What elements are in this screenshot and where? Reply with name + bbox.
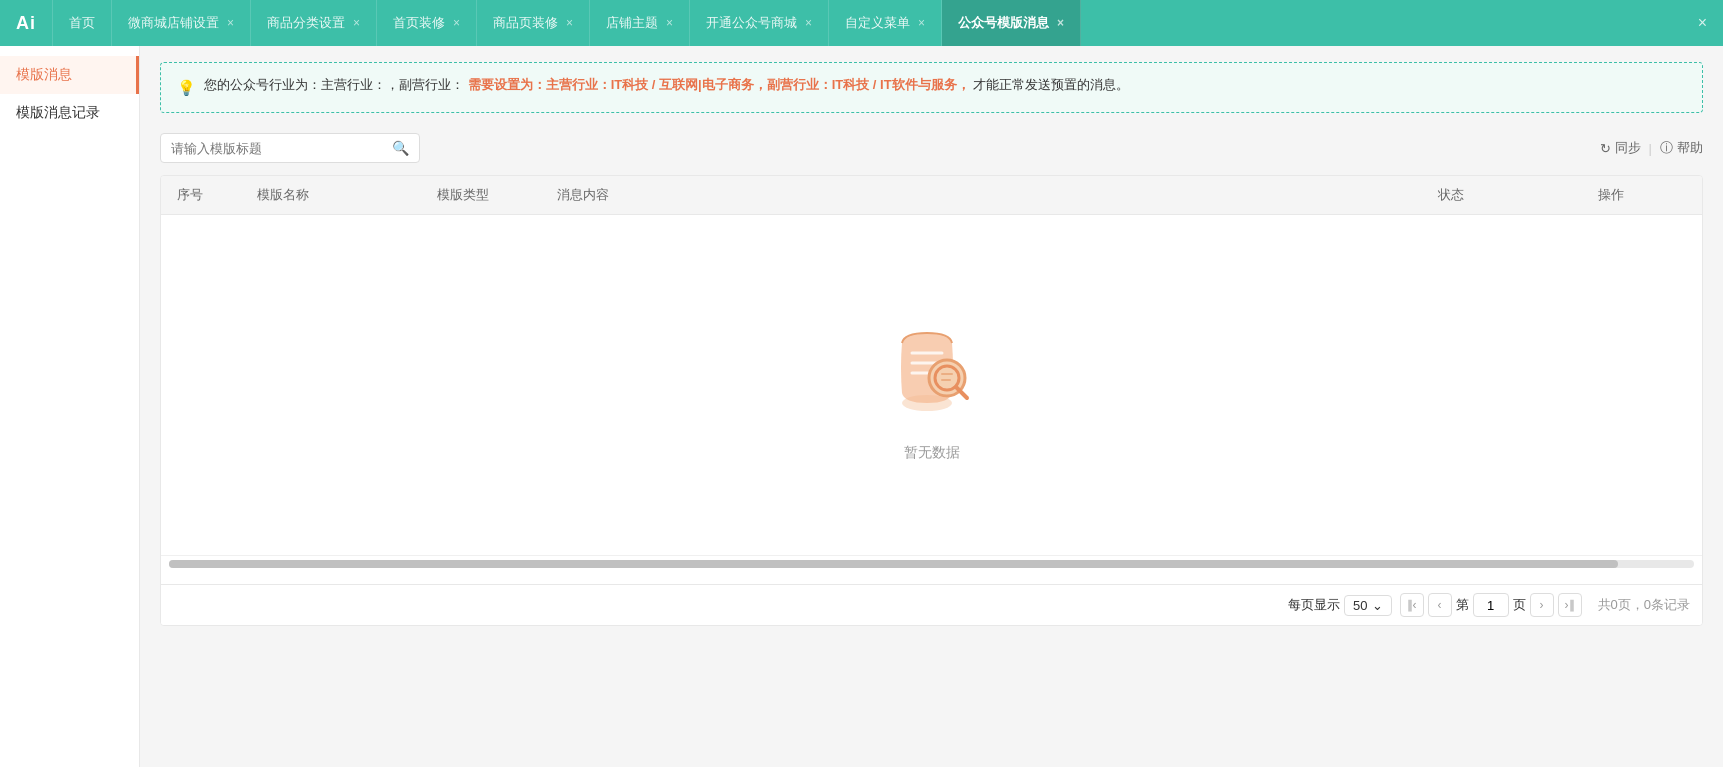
nav-tab-template-msg[interactable]: 公众号模版消息 ×: [942, 0, 1081, 46]
page-size-value: 50: [1353, 598, 1367, 613]
top-nav: Ai 首页 微商城店铺设置 × 商品分类设置 × 首页装修 × 商品页装修 × …: [0, 0, 1723, 46]
main-layout: 模版消息 模版消息记录 💡 您的公众号行业为：主营行业：，副营行业： 需要设置为…: [0, 46, 1723, 767]
table-body: 暂无数据: [161, 215, 1702, 555]
nav-tab-home-label: 首页: [69, 14, 95, 32]
page-size-select: 每页显示 50 ⌄: [1288, 595, 1391, 616]
search-icon[interactable]: 🔍: [392, 140, 409, 156]
sidebar: 模版消息 模版消息记录: [0, 46, 140, 767]
close-template-msg-icon[interactable]: ×: [1057, 16, 1064, 30]
sidebar-item-template-msg[interactable]: 模版消息: [0, 56, 139, 94]
last-page-button[interactable]: ›∥: [1558, 593, 1582, 617]
toolbar-divider: |: [1649, 141, 1652, 156]
bulb-icon: 💡: [177, 76, 196, 100]
nav-tab-wechat-mall-label: 开通公众号商城: [706, 14, 797, 32]
page-input: 第 页: [1456, 593, 1526, 617]
data-table: 序号 模版名称 模版类型 消息内容 状态 操作: [160, 175, 1703, 626]
sidebar-item-template-msg-record-label: 模版消息记录: [16, 104, 100, 120]
col-index: 序号: [161, 186, 241, 204]
empty-illustration: [872, 308, 992, 428]
close-wechat-mall-icon[interactable]: ×: [805, 16, 812, 30]
empty-text: 暂无数据: [904, 444, 960, 462]
close-homepage-icon[interactable]: ×: [453, 16, 460, 30]
sync-label: 同步: [1615, 139, 1641, 157]
nav-tab-theme-label: 店铺主题: [606, 14, 658, 32]
sidebar-item-template-msg-label: 模版消息: [16, 66, 72, 82]
table-header: 序号 模版名称 模版类型 消息内容 状态 操作: [161, 176, 1702, 215]
close-theme-icon[interactable]: ×: [666, 16, 673, 30]
nav-tab-homepage[interactable]: 首页装修 ×: [377, 0, 477, 46]
info-highlight: 需要设置为：主营行业：IT科技 / 互联网|电子商务，副营行业：IT科技 / I…: [468, 77, 970, 92]
search-input-wrap: 🔍: [160, 133, 420, 163]
logo-text: Ai: [16, 13, 36, 34]
pagination: 每页显示 50 ⌄ ∥‹ ‹ 第 页 › ›∥: [161, 584, 1702, 625]
nav-tab-custom-menu[interactable]: 自定义菜单 ×: [829, 0, 942, 46]
col-content: 消息内容: [541, 186, 1422, 204]
search-bar: 🔍 ↻ 同步 | ⓘ 帮助: [160, 133, 1703, 163]
nav-tab-theme[interactable]: 店铺主题 ×: [590, 0, 690, 46]
total-info: 共0页，0条记录: [1598, 596, 1690, 614]
info-banner-text: 您的公众号行业为：主营行业：，副营行业： 需要设置为：主营行业：IT科技 / 互…: [204, 75, 1129, 96]
nav-tab-custom-menu-label: 自定义菜单: [845, 14, 910, 32]
page-size-dropdown[interactable]: 50 ⌄: [1344, 595, 1391, 616]
nav-tab-store-settings[interactable]: 微商城店铺设置 ×: [112, 0, 251, 46]
col-action: 操作: [1582, 186, 1702, 204]
prev-page-button[interactable]: ‹: [1428, 593, 1452, 617]
page-label-prefix: 第: [1456, 596, 1469, 614]
help-label: 帮助: [1677, 139, 1703, 157]
info-suffix: 才能正常发送预置的消息。: [973, 77, 1129, 92]
global-close-button[interactable]: ×: [1682, 14, 1723, 32]
sync-button[interactable]: ↻ 同步: [1600, 139, 1641, 157]
page-size-label: 每页显示: [1288, 596, 1340, 614]
nav-tab-home[interactable]: 首页: [53, 0, 112, 46]
nav-tab-template-msg-label: 公众号模版消息: [958, 14, 1049, 32]
pagination-nav: ∥‹ ‹ 第 页 › ›∥: [1400, 593, 1582, 617]
close-product-page-icon[interactable]: ×: [566, 16, 573, 30]
nav-tab-store-settings-label: 微商城店铺设置: [128, 14, 219, 32]
close-store-settings-icon[interactable]: ×: [227, 16, 234, 30]
search-input[interactable]: [171, 141, 388, 156]
nav-tab-category[interactable]: 商品分类设置 ×: [251, 0, 377, 46]
nav-tab-homepage-label: 首页装修: [393, 14, 445, 32]
page-number-input[interactable]: [1473, 593, 1509, 617]
sync-icon: ↻: [1600, 141, 1611, 156]
nav-tab-product-page[interactable]: 商品页装修 ×: [477, 0, 590, 46]
close-category-icon[interactable]: ×: [353, 16, 360, 30]
toolbar-right: ↻ 同步 | ⓘ 帮助: [1600, 139, 1703, 157]
logo-tab: Ai: [0, 0, 53, 46]
horizontal-scrollbar[interactable]: [169, 560, 1694, 568]
page-label-suffix: 页: [1513, 596, 1526, 614]
help-icon: ⓘ: [1660, 139, 1673, 157]
scrollbar-thumb[interactable]: [169, 560, 1618, 568]
global-close-icon: ×: [1698, 14, 1707, 31]
content-area: 💡 您的公众号行业为：主营行业：，副营行业： 需要设置为：主营行业：IT科技 /…: [140, 46, 1723, 767]
nav-tab-product-page-label: 商品页装修: [493, 14, 558, 32]
nav-tab-category-label: 商品分类设置: [267, 14, 345, 32]
sidebar-item-template-msg-record[interactable]: 模版消息记录: [0, 94, 139, 132]
chevron-down-icon: ⌄: [1372, 598, 1383, 613]
col-status: 状态: [1422, 186, 1582, 204]
help-button[interactable]: ⓘ 帮助: [1660, 139, 1703, 157]
next-page-button[interactable]: ›: [1530, 593, 1554, 617]
first-page-button[interactable]: ∥‹: [1400, 593, 1424, 617]
col-name: 模版名称: [241, 186, 421, 204]
close-custom-menu-icon[interactable]: ×: [918, 16, 925, 30]
info-banner: 💡 您的公众号行业为：主营行业：，副营行业： 需要设置为：主营行业：IT科技 /…: [160, 62, 1703, 113]
empty-state: 暂无数据: [872, 268, 992, 502]
nav-tab-wechat-mall[interactable]: 开通公众号商城 ×: [690, 0, 829, 46]
info-prefix: 您的公众号行业为：主营行业：，副营行业：: [204, 77, 464, 92]
col-type: 模版类型: [421, 186, 541, 204]
